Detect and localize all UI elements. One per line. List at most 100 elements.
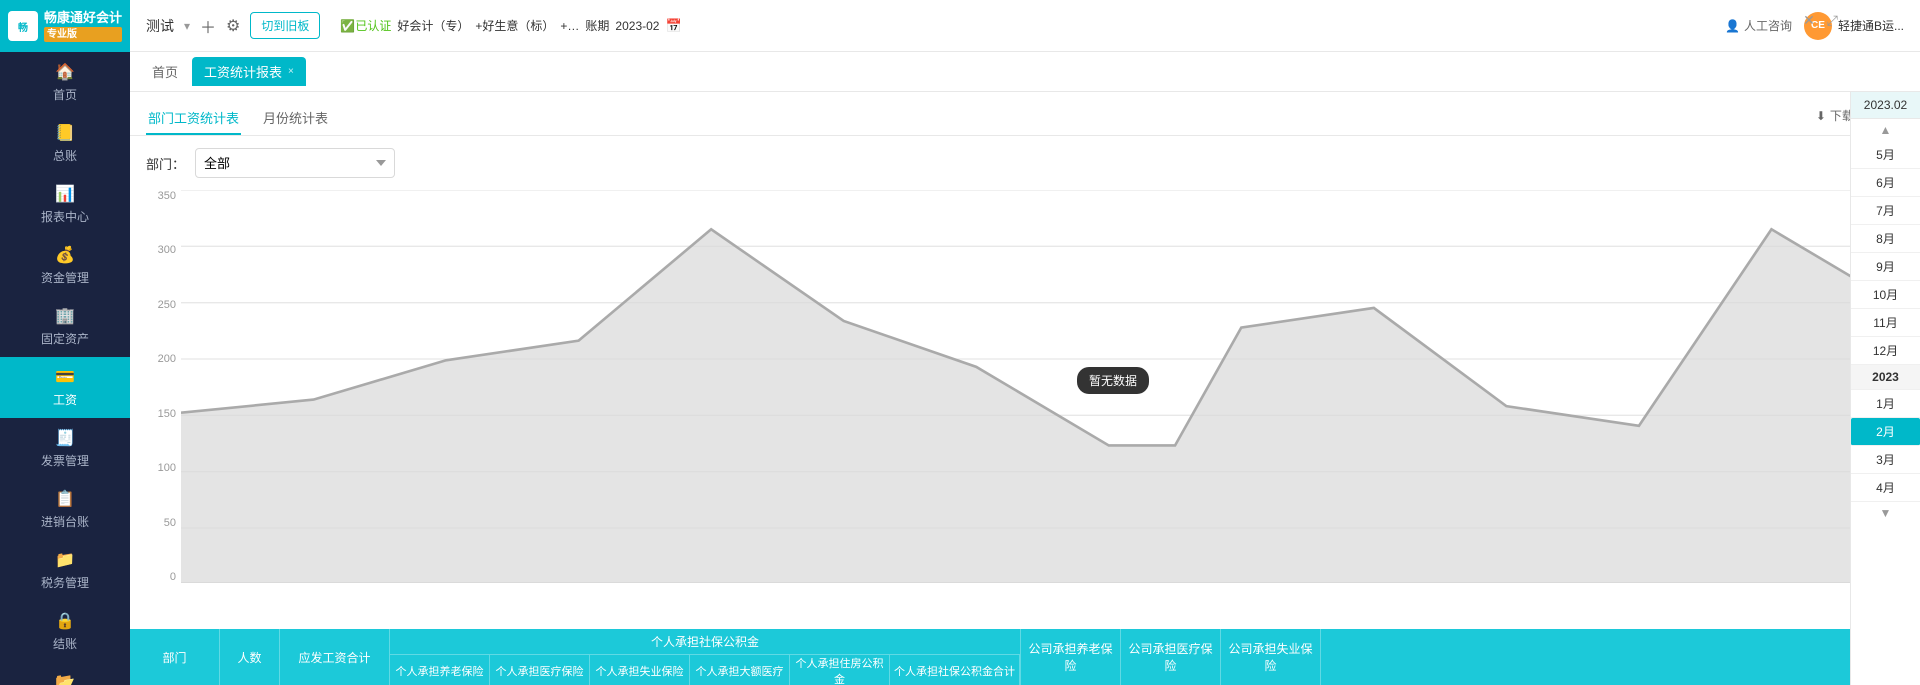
sidebar-item-reports[interactable]: 📊 报表中心 <box>0 174 130 235</box>
tab-home[interactable]: 首页 <box>142 56 188 87</box>
tab-payroll-report[interactable]: 工资统计报表 × <box>192 57 306 86</box>
sidebar-label-closing: 结账 <box>53 635 77 652</box>
date-item-11月[interactable]: 11月 <box>1851 309 1920 337</box>
sidebar-item-closing[interactable]: 🔒 结账 <box>0 601 130 662</box>
help-label: 人工咨询 <box>1744 17 1792 34</box>
download-button[interactable]: ⬇ 下载 <box>1816 107 1854 124</box>
sidebar-item-archive[interactable]: 📂归档管理 <box>0 662 130 685</box>
chart-svg <box>181 190 1904 583</box>
y-label-200: 200 <box>158 353 176 365</box>
sidebar-item-funds[interactable]: 💰资金管理 <box>0 235 130 296</box>
th-company-unemployment: 公司承担失业保险 <box>1221 629 1321 685</box>
business-badge: +好生意（标） <box>475 17 554 34</box>
content-area: 部门工资统计表 月份统计表 ⬇ 下载 ↻ 刷新 部门： 全部 部门1 部门2 <box>130 92 1920 685</box>
date-item-2023[interactable]: 2023 <box>1851 365 1920 390</box>
th-total-salary: 应发工资合计 <box>280 629 390 685</box>
date-item-12月[interactable]: 12月 <box>1851 337 1920 365</box>
sidebar-item-invoice[interactable]: 🧾 发票管理 <box>0 418 130 479</box>
th-company-medical: 公司承担医疗保险 <box>1121 629 1221 685</box>
filter-bar: 部门： 全部 部门1 部门2 <box>130 136 1920 190</box>
chart-svg-area: 暂无数据 <box>181 190 1904 583</box>
subtab-monthly[interactable]: 月份统计表 <box>261 102 330 135</box>
expand-window-button[interactable]: ⤢ <box>1825 10 1840 31</box>
th-personal-medical: 个人承担医疗保险 <box>490 655 590 685</box>
close-window-button[interactable]: ✕ <box>1801 10 1817 31</box>
date-item-6月[interactable]: 6月 <box>1851 169 1920 197</box>
date-item-10月[interactable]: 10月 <box>1851 281 1920 309</box>
date-item-4月[interactable]: 4月 <box>1851 474 1920 502</box>
y-label-300: 300 <box>158 244 176 256</box>
app-logo: 畅 畅康通好会计 专业版 <box>0 0 130 52</box>
sidebar-item-home[interactable]: 🏠首页 <box>0 52 130 113</box>
sidebar-item-sales[interactable]: 📋 进销台账 <box>0 479 130 540</box>
sidebar-item-ledger[interactable]: 📒总账 <box>0 113 130 174</box>
calendar-icon[interactable]: 📅 <box>665 18 681 34</box>
sidebar-label-reports: 报表中心 <box>41 208 89 225</box>
add-icon[interactable]: ＋ <box>200 14 216 38</box>
date-item-9月[interactable]: 9月 <box>1851 253 1920 281</box>
topbar-badges: ✅已认证 好会计（专） +好生意（标） +… 账期 2023-02 📅 <box>340 17 681 34</box>
y-label-50: 50 <box>164 517 176 529</box>
y-label-350: 350 <box>158 190 176 202</box>
tax-icon: 📁 <box>55 550 75 570</box>
th-group-personal-title: 个人承担社保公积金 <box>390 629 1020 655</box>
th-personal-total: 个人承担社保公积金合计 <box>890 655 1020 685</box>
chart-wrapper: 350 300 250 200 150 100 50 0 <box>146 190 1904 613</box>
help-icon: 👤 <box>1725 19 1740 33</box>
sidebar-label-invoice: 发票管理 <box>41 452 89 469</box>
date-item-8月[interactable]: 8月 <box>1851 225 1920 253</box>
y-label-250: 250 <box>158 299 176 311</box>
main-area: 测试 ▾ ＋ ⚙ 切到旧板 ✅已认证 好会计（专） +好生意（标） +… 账期 … <box>130 0 1920 685</box>
sidebar-item-tax[interactable]: 📁 税务管理 <box>0 540 130 601</box>
app-sub: 专业版 <box>44 27 122 42</box>
th-group-personal: 个人承担社保公积金 个人承担养老保险 个人承担医疗保险 个人承担失业保险 个人承… <box>390 629 1021 685</box>
settings-icon[interactable]: ⚙ <box>226 16 240 36</box>
dropdown-arrow-icon[interactable]: ▾ <box>184 19 190 33</box>
closing-icon: 🔒 <box>55 611 75 631</box>
sidebar-label-tax: 税务管理 <box>41 574 89 591</box>
date-item-2月[interactable]: 2月 <box>1851 418 1920 446</box>
date-nav-down[interactable]: ▼ <box>1851 502 1920 524</box>
logo-icon: 畅 <box>8 11 38 41</box>
assets-icon: 🏢 <box>55 306 75 326</box>
y-label-0: 0 <box>170 571 176 583</box>
y-label-150: 150 <box>158 408 176 420</box>
app-title: 畅康通好会计 <box>44 10 122 27</box>
sidebar-item-assets[interactable]: 🏢固定资产 <box>0 296 130 357</box>
date-item-7月[interactable]: 7月 <box>1851 197 1920 225</box>
project-name: 测试 <box>146 16 174 36</box>
department-filter-label: 部门： <box>146 154 185 173</box>
period-value: 2023-02 <box>615 19 659 33</box>
th-personal-unemployment: 个人承担失业保险 <box>590 655 690 685</box>
topbar: 测试 ▾ ＋ ⚙ 切到旧板 ✅已认证 好会计（专） +好生意（标） +… 账期 … <box>130 0 1920 52</box>
invoice-icon: 🧾 <box>55 428 75 448</box>
th-count: 人数 <box>220 629 280 685</box>
chart-container: 350 300 250 200 150 100 50 0 <box>130 190 1920 629</box>
date-panel: 2023.02 ▲ 5月6月7月8月9月10月11月12月20231月2月3月4… <box>1850 92 1920 685</box>
th-personal-housing-fund: 个人承担住房公积金 <box>790 655 890 685</box>
department-select[interactable]: 全部 部门1 部门2 <box>195 148 395 178</box>
help-button[interactable]: 👤 人工咨询 <box>1725 17 1792 34</box>
date-nav-up[interactable]: ▲ <box>1851 119 1920 141</box>
date-panel-scroll[interactable]: ▲ 5月6月7月8月9月10月11月12月20231月2月3月4月▼ <box>1851 119 1920 685</box>
period-label: 账期 <box>585 17 609 34</box>
more-badge: +… <box>560 19 579 33</box>
subtab-department[interactable]: 部门工资统计表 <box>146 102 241 135</box>
sidebar-label-payroll: 工资 <box>53 391 77 408</box>
subtabs: 部门工资统计表 月份统计表 ⬇ 下载 ↻ 刷新 <box>130 92 1920 136</box>
date-item-5月[interactable]: 5月 <box>1851 141 1920 169</box>
sidebar-label-sales: 进销台账 <box>41 513 89 530</box>
sidebar-item-payroll[interactable]: 💳工资 <box>0 357 130 418</box>
th-company-pension: 公司承担养老保险 <box>1021 629 1121 685</box>
sidebar-label-ledger: 总账 <box>53 147 77 164</box>
tabbar: 首页 工资统计报表 × ✕ ⤢ <box>130 52 1920 92</box>
switch-old-button[interactable]: 切到旧板 <box>250 12 320 39</box>
good-accounting-badge: 好会计（专） <box>397 17 469 34</box>
tab-close-button[interactable]: × <box>288 66 294 77</box>
reports-icon: 📊 <box>55 184 75 204</box>
date-item-3月[interactable]: 3月 <box>1851 446 1920 474</box>
funds-icon: 💰 <box>55 245 75 265</box>
date-item-1月[interactable]: 1月 <box>1851 390 1920 418</box>
home-icon: 🏠 <box>55 62 75 82</box>
sales-icon: 📋 <box>55 489 75 509</box>
